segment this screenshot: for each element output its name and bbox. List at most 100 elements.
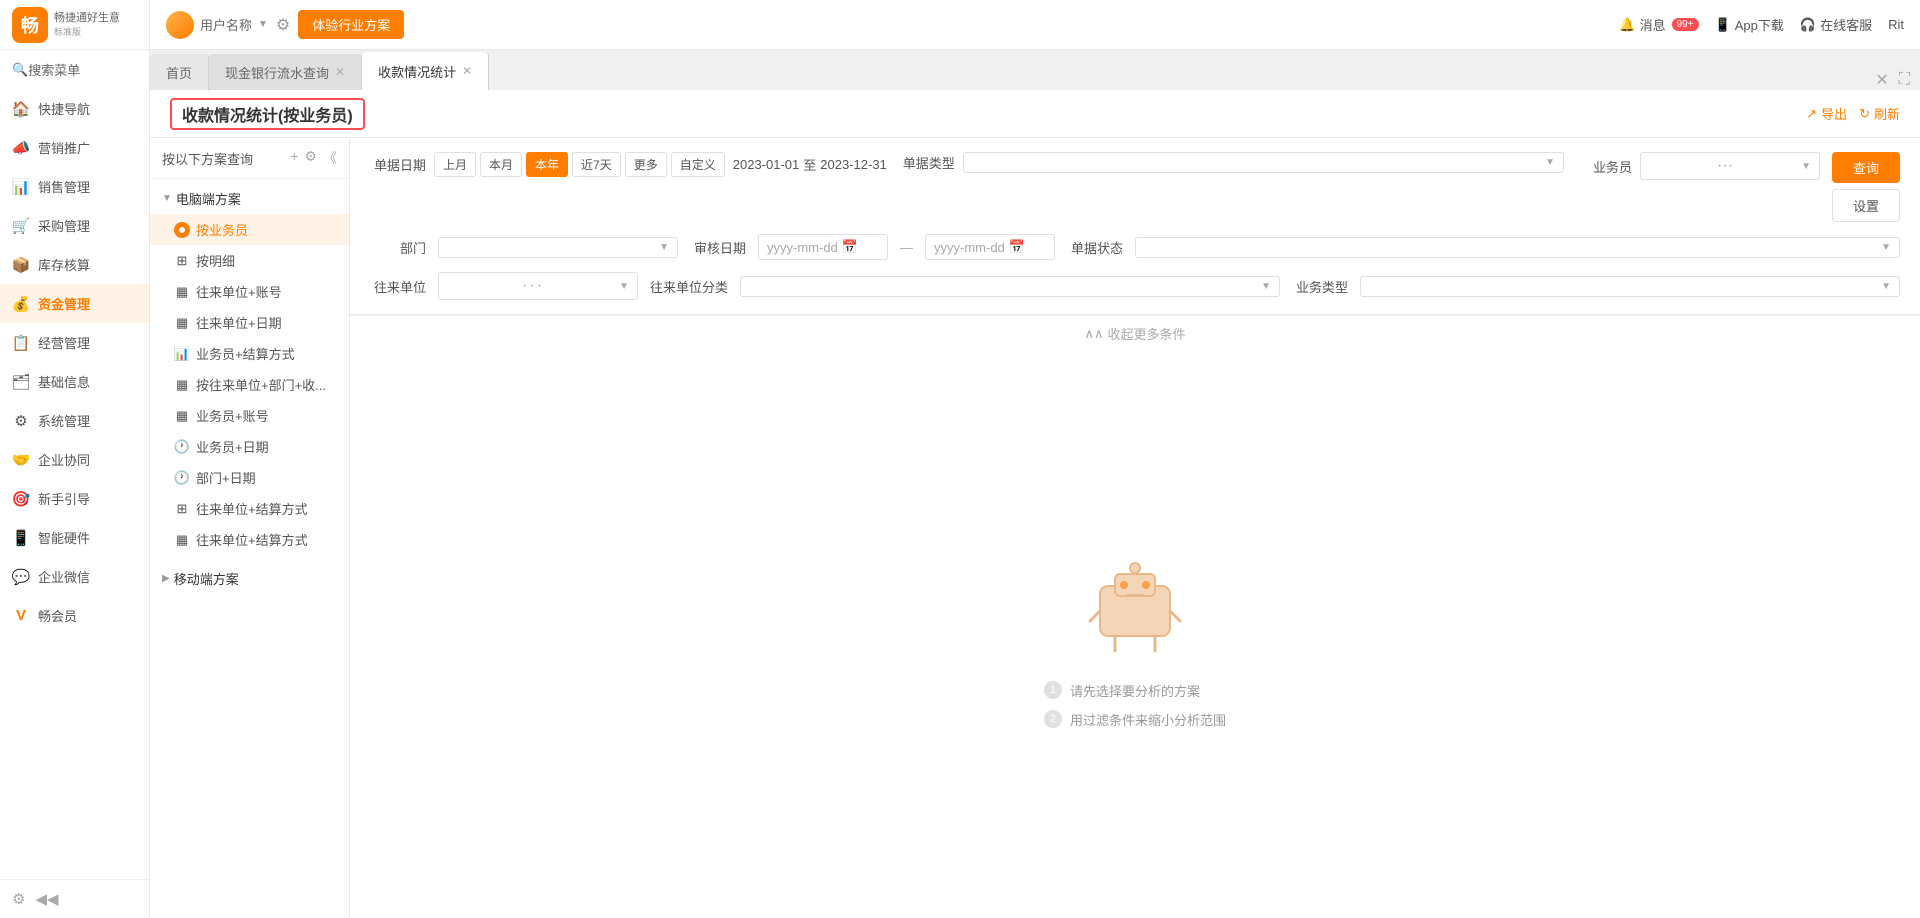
header-user-name[interactable]: Rit: [1888, 17, 1904, 32]
dropdown-arrow-icon[interactable]: ▼: [258, 19, 268, 30]
sidebar-item-corp[interactable]: 🤝 企业协同: [0, 440, 149, 479]
filter-settings-button[interactable]: 设置: [1832, 189, 1900, 222]
scheme-settings-icon[interactable]: ⚙: [304, 148, 317, 168]
scheme-item-unit-date[interactable]: ▦ 往来单位+日期: [150, 307, 349, 338]
settings-bottom-icon[interactable]: ⚙: [12, 890, 25, 908]
export-button[interactable]: ↗ 导出: [1806, 104, 1847, 123]
date-label: 单据日期: [370, 155, 426, 174]
sidebar-item-hardware[interactable]: 📱 智能硬件: [0, 518, 149, 557]
sidebar-item-inventory[interactable]: 📦 库存核算: [0, 245, 149, 284]
sidebar-item-finance[interactable]: 💰 资金管理: [0, 284, 149, 323]
tab-collection-stat[interactable]: 收款情况统计 ✕: [362, 52, 489, 90]
sidebar-item-label: 快捷导航: [38, 99, 90, 118]
sidebar-item-operation[interactable]: 📋 经营管理: [0, 323, 149, 362]
scheme-item-unit-settle2[interactable]: ▦ 往来单位+结算方式: [150, 524, 349, 555]
audit-date-end[interactable]: yyyy-mm-dd 📅: [925, 234, 1055, 260]
page-title: 收款情况统计(按业务员): [182, 108, 353, 125]
unit-more-icon[interactable]: ···: [522, 277, 544, 295]
date-separator: 至: [803, 155, 816, 174]
refresh-button[interactable]: ↻ 刷新: [1859, 104, 1900, 123]
collapse-sidebar-icon[interactable]: ◀◀: [35, 890, 58, 908]
group-arrow-down-icon: ▼: [162, 193, 172, 204]
scheme-item-unit-dept-collect[interactable]: ▦ 按往来单位+部门+收...: [150, 369, 349, 400]
dept-select[interactable]: ▼: [438, 237, 678, 258]
step-2-text: 用过滤条件来缩小分析范围: [1070, 710, 1226, 729]
doc-status-select[interactable]: ▼: [1135, 237, 1900, 258]
dept-label: 部门: [370, 238, 426, 257]
sidebar-item-sales[interactable]: 📊 销售管理: [0, 167, 149, 206]
scheme-item-label: 按往来单位+部门+收...: [196, 375, 326, 394]
notification-item[interactable]: 🔔 消息 99+: [1619, 15, 1698, 34]
unit-select[interactable]: ··· ▼: [438, 272, 638, 300]
salesman-select[interactable]: ··· ▼: [1640, 152, 1820, 180]
sidebar-item-quick-nav[interactable]: 🏠 快捷导航: [0, 89, 149, 128]
content-area: 按以下方案查询 + ⚙ 《 ▼ 电脑端方案: [150, 138, 1920, 918]
select-arrow-icon: ▼: [1881, 242, 1891, 253]
audit-date-label: 审核日期: [690, 238, 746, 257]
tab-home[interactable]: 首页: [150, 54, 209, 90]
doc-type-select[interactable]: ▼: [963, 152, 1564, 173]
scheme-item-label: 业务员+账号: [196, 406, 269, 425]
logo-area: 畅 畅捷通好生意 标准版: [0, 0, 149, 50]
scheme-item-dept-date[interactable]: 🕐 部门+日期: [150, 462, 349, 493]
header-user[interactable]: 用户名称 ▼: [166, 11, 268, 39]
biz-type-select[interactable]: ▼: [1360, 276, 1900, 297]
scheme-group-desktop-title[interactable]: ▼ 电脑端方案: [150, 183, 349, 214]
sidebar-item-label: 采购管理: [38, 216, 90, 235]
app-download-item[interactable]: 📱 App下载: [1715, 15, 1784, 34]
table-icon: ▦: [174, 284, 190, 300]
collapse-more-bar[interactable]: ∧∧ 收起更多条件: [350, 315, 1920, 351]
sidebar-item-purchase[interactable]: 🛒 采购管理: [0, 206, 149, 245]
sidebar-item-search[interactable]: 🔍 搜索菜单: [0, 50, 149, 89]
date-btn-more[interactable]: 更多: [625, 152, 667, 177]
left-panel-actions: + ⚙ 《: [290, 148, 337, 168]
tab-bank-flow[interactable]: 现金银行流水查询 ✕: [209, 54, 362, 90]
bell-icon: 🔔: [1619, 17, 1635, 33]
collapse-panel-icon[interactable]: 《: [323, 148, 337, 168]
collapse-label: 收起更多条件: [1108, 324, 1186, 343]
tab-bank-flow-close[interactable]: ✕: [335, 65, 345, 79]
date-btn-7days[interactable]: 近7天: [572, 152, 621, 177]
tab-close-all-icon[interactable]: ✕: [1875, 70, 1888, 90]
date-btn-this-month[interactable]: 本月: [480, 152, 522, 177]
scheme-item-unit-account[interactable]: ▦ 往来单位+账号: [150, 276, 349, 307]
scheme-item-by-mingxi[interactable]: ⊞ 按明细: [150, 245, 349, 276]
header-gear-icon[interactable]: ⚙: [276, 15, 290, 35]
online-service-item[interactable]: 🎧 在线客服: [1800, 15, 1872, 34]
date-btn-custom[interactable]: 自定义: [671, 152, 725, 177]
sidebar-item-guide[interactable]: 🎯 新手引导: [0, 479, 149, 518]
sidebar-item-label: 畅会员: [38, 606, 77, 625]
add-scheme-icon[interactable]: +: [290, 148, 298, 168]
filter-area: 单据日期 上月 本月 本年 近7天 更多 自定义 2023-01-01: [350, 138, 1920, 315]
scheme-item-salesman-account[interactable]: ▦ 业务员+账号: [150, 400, 349, 431]
tab-collection-stat-close[interactable]: ✕: [462, 64, 472, 78]
salesman-more-icon[interactable]: ···: [1717, 157, 1733, 175]
group-label: 移动端方案: [174, 569, 239, 588]
sidebar-item-label: 基础信息: [38, 372, 90, 391]
unit-type-select[interactable]: ▼: [740, 276, 1280, 297]
left-panel: 按以下方案查询 + ⚙ 《 ▼ 电脑端方案: [150, 138, 350, 918]
date-btn-last-month[interactable]: 上月: [434, 152, 476, 177]
scheme-item-by-salesman[interactable]: 按业务员: [150, 214, 349, 245]
scheme-item-salesman-date[interactable]: 🕐 业务员+日期: [150, 431, 349, 462]
sidebar-item-basic[interactable]: 🗂 基础信息: [0, 362, 149, 401]
sidebar-item-label: 经营管理: [38, 333, 90, 352]
sidebar-item-label: 企业微信: [38, 567, 90, 586]
scheme-item-unit-settle1[interactable]: ⊞ 往来单位+结算方式: [150, 493, 349, 524]
scheme-group-mobile-title[interactable]: ▶ 移动端方案: [150, 563, 349, 594]
date-btn-this-year[interactable]: 本年: [526, 152, 568, 177]
scheme-item-salesman-settle[interactable]: 📊 业务员+结算方式: [150, 338, 349, 369]
trial-button[interactable]: 体验行业方案: [298, 10, 404, 39]
sidebar-item-marketing[interactable]: 📣 营销推广: [0, 128, 149, 167]
system-icon: ⚙: [12, 412, 30, 430]
main-area: 用户名称 ▼ ⚙ 体验行业方案 🔔 消息 99+ 📱 App下载 🎧: [150, 0, 1920, 918]
calendar-icon: 📅: [1009, 239, 1025, 255]
sidebar-item-label: 资金管理: [38, 294, 90, 313]
audit-date-start[interactable]: yyyy-mm-dd 📅: [758, 234, 888, 260]
tab-fullscreen-icon[interactable]: ⛶: [1899, 71, 1910, 89]
sidebar: 畅 畅捷通好生意 标准版 🔍 搜索菜单 🏠 快捷导航 📣 营销推广 📊 销售管理…: [0, 0, 150, 918]
sidebar-item-wechat[interactable]: 💬 企业微信: [0, 557, 149, 596]
query-button[interactable]: 查询: [1832, 152, 1900, 183]
sidebar-item-vip[interactable]: V 畅会员: [0, 596, 149, 635]
sidebar-item-system[interactable]: ⚙ 系统管理: [0, 401, 149, 440]
